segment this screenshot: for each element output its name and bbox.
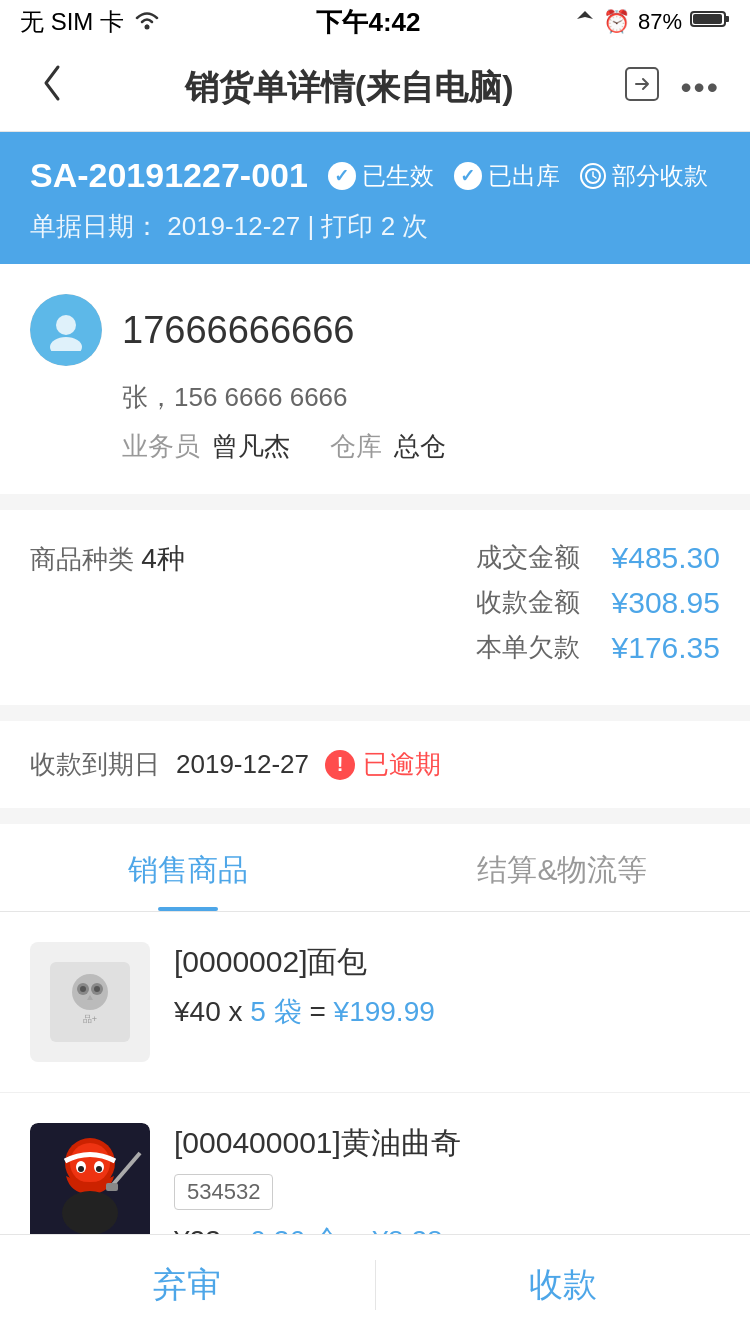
overdue-icon: ! <box>325 750 355 780</box>
warehouse-label: 仓库 <box>330 429 382 464</box>
svg-point-12 <box>80 986 86 992</box>
debt-value: ¥176.35 <box>600 631 720 665</box>
stats-right: 成交金额 ¥485.30 收款金额 ¥308.95 本单欠款 ¥176.35 <box>476 540 720 675</box>
order-header-top: SA-20191227-001 ✓ 已生效 ✓ 已出库 部分收款 <box>30 156 720 195</box>
bottom-bar: 弃审 收款 <box>0 1234 750 1334</box>
tab-products[interactable]: 销售商品 <box>0 824 375 911</box>
product-equals-1: = <box>309 996 333 1027</box>
deal-value: ¥485.30 <box>600 541 720 575</box>
debt-row: 本单欠款 ¥176.35 <box>476 630 720 665</box>
due-date: 2019-12-27 <box>176 749 309 780</box>
warehouse-info: 仓库 总仓 <box>330 429 446 464</box>
product-qty-1: 5 <box>250 996 266 1027</box>
overdue-badge: ! 已逾期 <box>325 747 441 782</box>
more-icon[interactable]: ••• <box>680 69 720 106</box>
order-date: 单据日期： 2019-12-27 | 打印 2 次 <box>30 209 720 244</box>
svg-point-6 <box>56 315 76 335</box>
badge-partial: 部分收款 <box>580 160 708 192</box>
share-icon[interactable] <box>624 66 660 109</box>
svg-point-18 <box>70 1143 110 1183</box>
svg-point-21 <box>78 1166 84 1172</box>
customer-section: 17666666666 张，156 6666 6666 业务员 曾凡杰 仓库 总… <box>0 264 750 494</box>
alarm-icon: ⏰ <box>603 9 630 35</box>
svg-point-13 <box>94 986 100 992</box>
sales-info: 业务员 曾凡杰 <box>122 429 290 464</box>
svg-text:品+: 品+ <box>83 1014 97 1024</box>
product-total-1: ¥199.99 <box>334 996 435 1027</box>
status-bar: 无 SIM 卡 下午4:42 ⏰ 87% <box>0 0 750 44</box>
svg-point-9 <box>72 974 108 1010</box>
tabs-header: 销售商品 结算&物流等 <box>0 824 750 912</box>
nav-actions: ••• <box>624 66 720 109</box>
status-left: 无 SIM 卡 <box>20 6 162 38</box>
svg-rect-25 <box>106 1183 118 1191</box>
product-thumb-2 <box>30 1123 150 1243</box>
order-id: SA-20191227-001 <box>30 156 308 195</box>
product-name-2: [000400001]黄油曲奇 <box>174 1123 720 1164</box>
check-icon-2: ✓ <box>454 162 482 190</box>
nav-bar: 销货单详情(来自电脑) ••• <box>0 44 750 132</box>
warehouse-value: 总仓 <box>394 429 446 464</box>
product-unit-price-1: ¥40 <box>174 996 221 1027</box>
svg-rect-3 <box>693 14 722 24</box>
product-price-1: ¥40 x 5 袋 = ¥199.99 <box>174 993 720 1031</box>
status-time: 下午4:42 <box>316 5 420 40</box>
badge-shipped: ✓ 已出库 <box>454 160 560 192</box>
clock-icon <box>580 163 606 189</box>
product-multiply-1: x <box>229 996 251 1027</box>
due-section: 收款到期日 2019-12-27 ! 已逾期 <box>0 721 750 808</box>
type-label: 商品种类 <box>30 544 134 574</box>
customer-sub: 张，156 6666 6666 <box>30 380 720 415</box>
customer-info-row: 业务员 曾凡杰 仓库 总仓 <box>30 429 720 464</box>
check-icon-1: ✓ <box>328 162 356 190</box>
battery-icon <box>690 9 730 35</box>
product-sku-2: 534532 <box>174 1174 273 1210</box>
order-header: SA-20191227-001 ✓ 已生效 ✓ 已出库 部分收款 单据日期： 2… <box>0 132 750 264</box>
status-right: ⏰ 87% <box>575 9 730 35</box>
avatar-placeholder <box>30 294 102 366</box>
tab-settlement[interactable]: 结算&物流等 <box>375 824 750 911</box>
svg-point-22 <box>96 1166 102 1172</box>
stats-section: 商品种类 4种 成交金额 ¥485.30 收款金额 ¥308.95 本单欠款 ¥… <box>0 510 750 705</box>
badge-effective: ✓ 已生效 <box>328 160 434 192</box>
tabs-section: 销售商品 结算&物流等 <box>0 824 750 1291</box>
avatar <box>30 294 102 366</box>
stats-left: 商品种类 4种 <box>30 540 185 578</box>
deal-row: 成交金额 ¥485.30 <box>476 540 720 575</box>
sim-status: 无 SIM 卡 <box>20 6 124 38</box>
page-title: 销货单详情(来自电脑) <box>74 65 624 111</box>
receipt-row: 收款金额 ¥308.95 <box>476 585 720 620</box>
product-info-1: [0000002]面包 ¥40 x 5 袋 = ¥199.99 <box>174 942 720 1031</box>
abandon-button[interactable]: 弃审 <box>0 1242 375 1328</box>
sales-label: 业务员 <box>122 429 200 464</box>
deal-label: 成交金额 <box>476 540 580 575</box>
product-name-1: [0000002]面包 <box>174 942 720 983</box>
back-button[interactable] <box>30 53 74 122</box>
receipt-value: ¥308.95 <box>600 586 720 620</box>
product-thumb-1: 品+ <box>30 942 150 1062</box>
overdue-text: 已逾期 <box>363 747 441 782</box>
collect-button[interactable]: 收款 <box>376 1242 751 1328</box>
svg-point-0 <box>145 25 150 30</box>
product-unit-1: 袋 <box>274 996 302 1027</box>
battery-level: 87% <box>638 9 682 35</box>
receipt-label: 收款金额 <box>476 585 580 620</box>
svg-point-23 <box>62 1191 118 1235</box>
product-item: 品+ [0000002]面包 ¥40 x 5 袋 = ¥199.99 <box>0 912 750 1093</box>
location-icon <box>575 9 595 35</box>
debt-label: 本单欠款 <box>476 630 580 665</box>
wifi-icon <box>132 8 162 36</box>
customer-row: 17666666666 <box>30 294 720 366</box>
type-count: 4种 <box>141 543 185 574</box>
sales-value: 曾凡杰 <box>212 429 290 464</box>
svg-point-7 <box>50 337 82 351</box>
svg-rect-2 <box>725 16 729 22</box>
customer-phone: 17666666666 <box>122 309 354 352</box>
due-label: 收款到期日 <box>30 747 160 782</box>
